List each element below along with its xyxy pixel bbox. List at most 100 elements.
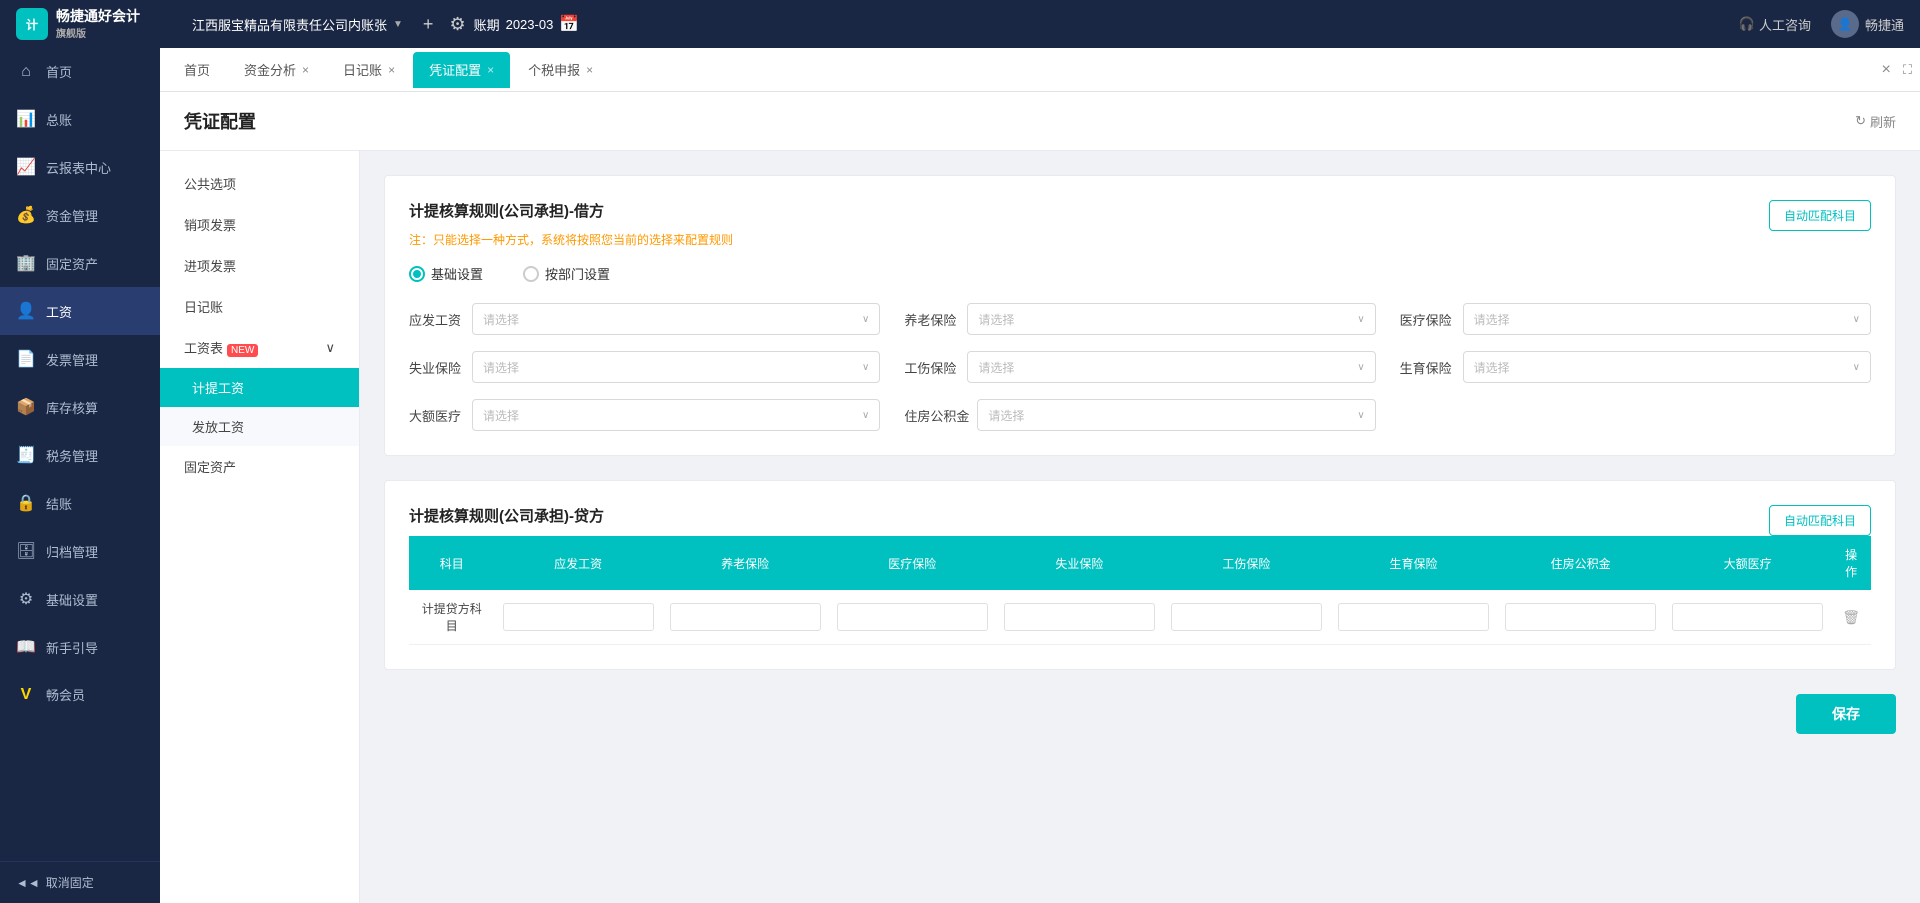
credit-section: 自动匹配科目 计提核算规则(公司承担)-贷方 科目 应发工资 养老保险 医疗保险… [384, 480, 1896, 670]
work-injury-arrow: ∨ [1357, 362, 1364, 373]
large-medical-select[interactable]: 请选择 ∨ [472, 399, 880, 431]
maternity-select[interactable]: 请选择 ∨ [1463, 351, 1871, 383]
input-medical[interactable] [837, 603, 988, 631]
refresh-button[interactable]: ↻ 刷新 [1855, 112, 1896, 131]
home-icon: ⌂ [16, 63, 36, 81]
tab-journal-close[interactable]: × [388, 63, 395, 77]
delete-row-icon[interactable]: 🗑 [1842, 609, 1860, 625]
sidebar-item-salary[interactable]: 👤 工资 [0, 287, 160, 335]
company-dropdown-arrow: ▼ [393, 19, 403, 30]
top-right-area: 🎧 人工咨询 👤 畅捷通 [1739, 10, 1904, 38]
sidebar-label-salary: 工资 [46, 302, 72, 321]
medical-placeholder: 请选择 [1474, 311, 1510, 328]
cell-maternity[interactable] [1330, 590, 1497, 645]
input-large-medical[interactable] [1672, 603, 1823, 631]
form-item-housing-fund: 住房公积金 请选择 ∨ [904, 399, 1375, 431]
pension-label: 养老保险 [904, 310, 959, 329]
wages-placeholder: 请选择 [483, 311, 519, 328]
sidebar-item-fixed-asset[interactable]: 🏢 固定资产 [0, 239, 160, 287]
app-edition: 旗舰版 [56, 25, 140, 40]
radio-basic[interactable]: 基础设置 [409, 264, 483, 283]
cancel-fixed-button[interactable]: ◄◄ 取消固定 [0, 861, 160, 903]
sidebar-item-guide[interactable]: 📖 新手引导 [0, 623, 160, 671]
expand-arrow-icon: ∨ [325, 340, 335, 356]
company-selector[interactable]: 江西服宝精品有限责任公司内账张 ▼ [192, 15, 403, 34]
cell-action: 🗑 [1831, 590, 1871, 645]
tab-close-all-icon[interactable]: × [1882, 61, 1891, 79]
sidebar-item-reports[interactable]: 📈 云报表中心 [0, 143, 160, 191]
debit-section-title: 计提核算规则(公司承担)-借方 [409, 200, 1871, 221]
left-nav-fixed-asset[interactable]: 固定资产 [160, 446, 359, 487]
tab-tax-report[interactable]: 个税申报 × [512, 52, 609, 88]
left-nav-salary-table[interactable]: 工资表NEW ∨ [160, 327, 359, 368]
input-work-injury[interactable] [1171, 603, 1322, 631]
cell-housing-fund[interactable] [1497, 590, 1664, 645]
calendar-icon[interactable]: 📅 [559, 14, 579, 34]
new-badge: NEW [227, 344, 258, 357]
save-button[interactable]: 保存 [1796, 694, 1896, 734]
pension-select[interactable]: 请选择 ∨ [967, 303, 1375, 335]
sidebar-item-invoice[interactable]: 📄 发票管理 [0, 335, 160, 383]
credit-auto-match-button[interactable]: 自动匹配科目 [1769, 505, 1871, 536]
sidebar-label-vip: 畅会员 [46, 685, 85, 704]
tab-journal[interactable]: 日记账 × [327, 52, 411, 88]
unemployment-select[interactable]: 请选择 ∨ [472, 351, 880, 383]
th-pension: 养老保险 [662, 536, 829, 590]
input-maternity[interactable] [1338, 603, 1489, 631]
sidebar-item-archive[interactable]: 🗄 归档管理 [0, 527, 160, 575]
input-unemployment[interactable] [1004, 603, 1155, 631]
cell-wages[interactable] [495, 590, 662, 645]
sidebar-item-ledger[interactable]: 📊 总账 [0, 95, 160, 143]
input-wages[interactable] [503, 603, 654, 631]
ledger-icon: 📊 [16, 109, 36, 129]
sidebar-item-inventory[interactable]: 📦 库存核算 [0, 383, 160, 431]
user-menu[interactable]: 👤 畅捷通 [1831, 10, 1904, 38]
reports-icon: 📈 [16, 157, 36, 177]
credit-table: 科目 应发工资 养老保险 医疗保险 失业保险 工伤保险 生育保险 住房公积金 大… [409, 536, 1871, 645]
th-unemployment: 失业保险 [996, 536, 1163, 590]
wages-select[interactable]: 请选择 ∨ [472, 303, 880, 335]
housing-fund-arrow: ∨ [1357, 410, 1364, 421]
tab-fund-close[interactable]: × [302, 63, 309, 77]
form-item-work-injury: 工伤保险 请选择 ∨ [904, 351, 1375, 383]
cell-work-injury[interactable] [1163, 590, 1330, 645]
settings-button[interactable]: ⚙ [449, 14, 465, 35]
tab-fund[interactable]: 资金分析 × [228, 52, 325, 88]
tab-tax-report-close[interactable]: × [586, 63, 593, 77]
content-area: 首页 资金分析 × 日记账 × 凭证配置 × 个税申报 × × ⛶ [160, 48, 1920, 903]
tab-voucher-config-close[interactable]: × [487, 63, 494, 77]
housing-fund-label: 住房公积金 [904, 406, 969, 425]
radio-basic-circle [409, 266, 425, 282]
add-button[interactable]: + [423, 14, 434, 35]
left-nav-public[interactable]: 公共选项 [160, 163, 359, 204]
input-housing-fund[interactable] [1505, 603, 1656, 631]
left-nav-issue-salary[interactable]: 发放工资 [160, 407, 359, 446]
sidebar-item-home[interactable]: ⌂ 首页 [0, 48, 160, 95]
sidebar-item-fund[interactable]: 💰 资金管理 [0, 191, 160, 239]
left-nav-accrual[interactable]: 计提工资 [160, 368, 359, 407]
work-injury-select[interactable]: 请选择 ∨ [967, 351, 1375, 383]
cell-medical[interactable] [829, 590, 996, 645]
input-pension[interactable] [670, 603, 821, 631]
sidebar-item-vip[interactable]: V 畅会员 [0, 671, 160, 718]
work-injury-placeholder: 请选择 [978, 359, 1014, 376]
tab-voucher-config[interactable]: 凭证配置 × [413, 52, 510, 88]
cell-pension[interactable] [662, 590, 829, 645]
tab-expand-icon[interactable]: ⛶ [1903, 62, 1912, 78]
sidebar-item-settings[interactable]: ⚙ 基础设置 [0, 575, 160, 623]
support-button[interactable]: 🎧 人工咨询 [1739, 15, 1811, 34]
company-name: 江西服宝精品有限责任公司内账张 [192, 15, 387, 34]
left-nav-journal[interactable]: 日记账 [160, 286, 359, 327]
sidebar-item-tax[interactable]: 🧾 税务管理 [0, 431, 160, 479]
cell-unemployment[interactable] [996, 590, 1163, 645]
left-nav-purchase-invoice[interactable]: 进项发票 [160, 245, 359, 286]
housing-fund-select[interactable]: 请选择 ∨ [977, 399, 1375, 431]
sidebar-item-close[interactable]: 🔒 结账 [0, 479, 160, 527]
left-nav-sales-invoice[interactable]: 销项发票 [160, 204, 359, 245]
left-nav-salary-table-group: 工资表NEW ∨ 计提工资 发放工资 [160, 327, 359, 446]
debit-auto-match-button[interactable]: 自动匹配科目 [1769, 200, 1871, 231]
medical-select[interactable]: 请选择 ∨ [1463, 303, 1871, 335]
radio-by-dept[interactable]: 按部门设置 [523, 264, 610, 283]
tab-home[interactable]: 首页 [168, 52, 226, 88]
cell-large-medical[interactable] [1664, 590, 1831, 645]
